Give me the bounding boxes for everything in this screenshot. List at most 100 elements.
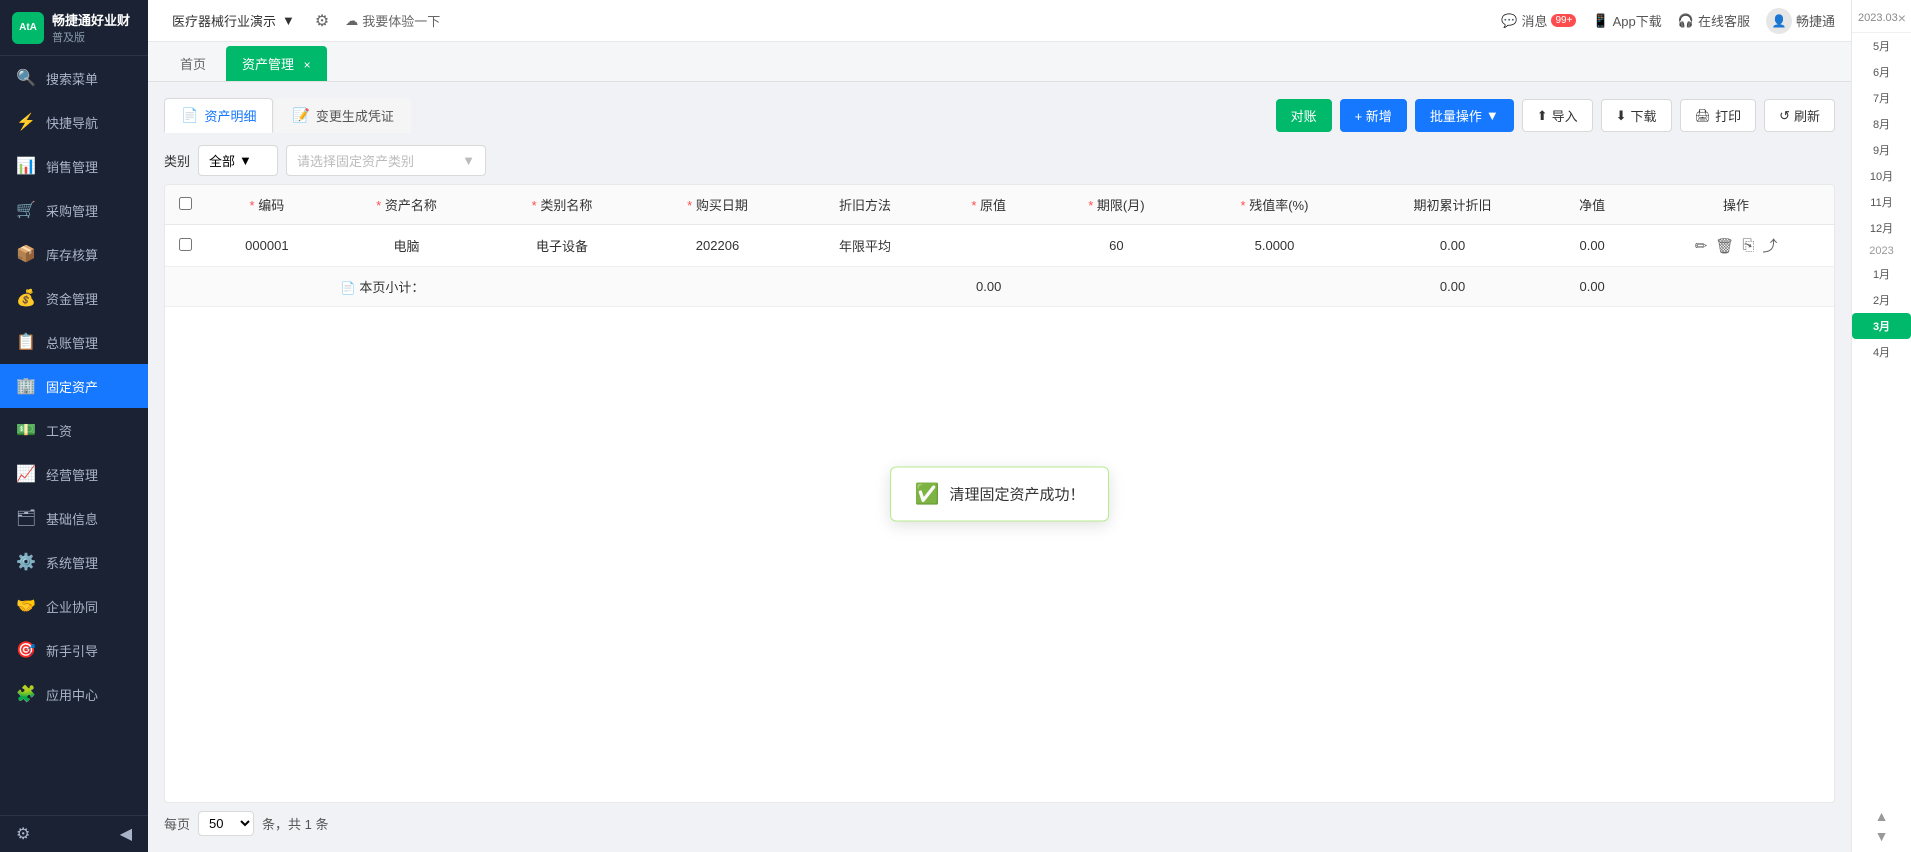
calendar-month-9[interactable]: 9月 [1852, 137, 1911, 163]
chevron-down-icon: ▼ [282, 13, 295, 28]
calendar-month-12[interactable]: 12月 [1852, 215, 1911, 241]
cell-name: 电脑 [329, 225, 485, 267]
sidebar-item-payroll[interactable]: 💵 工资 [0, 408, 148, 452]
calendar-month-11[interactable]: 11月 [1852, 189, 1911, 215]
col-net-value: 净值 [1546, 185, 1638, 225]
calendar-month-10[interactable]: 10月 [1852, 163, 1911, 189]
cell-period: 60 [1043, 225, 1191, 267]
calendar-year-label: 2023 [1869, 241, 1893, 261]
header-settings-icon[interactable]: ⚙ [315, 11, 329, 31]
tab-asset-mgmt[interactable]: 资产管理 × [226, 46, 327, 81]
top-header: 医疗器械行业演示 ▼ ⚙ ☁ 我要体验一下 💬 消息 99+ 📱 App下载 🎧… [148, 0, 1851, 42]
select-chevron-icon: ▼ [239, 153, 252, 168]
app-download-button[interactable]: 📱 App下载 [1592, 11, 1661, 30]
download-button[interactable]: ⬇ 下载 [1601, 99, 1672, 132]
inventory-icon: 📦 [16, 244, 36, 264]
dl-icon: ⬇ [1616, 108, 1627, 124]
cell-category: 电子设备 [484, 225, 640, 267]
table-container: * 编码 * 资产名称 * 类别名称 * 购买日期 折旧方法 * 原值 * 期限… [164, 184, 1835, 803]
toast-overlay: ✅ 清理固定资产成功！ [890, 466, 1110, 521]
batch-button[interactable]: 批量操作 ▼ [1415, 99, 1514, 132]
tab-home[interactable]: 首页 [164, 46, 222, 81]
calendar-month-6[interactable]: 6月 [1852, 59, 1911, 85]
sub-tab-asset-detail[interactable]: 📄 资产明细 [164, 98, 273, 133]
message-button[interactable]: 💬 消息 99+ [1501, 11, 1576, 30]
sidebar-item-ledger[interactable]: 📋 总账管理 [0, 320, 148, 364]
cell-code: 000001 [205, 225, 329, 267]
cloud-icon: ☁ [345, 13, 358, 29]
calendar-month-3-current[interactable]: 3月 [1852, 313, 1911, 339]
copy-icon[interactable]: ⎘ [1742, 237, 1754, 254]
calendar-down-icon[interactable]: ▼ [1875, 828, 1889, 844]
sidebar-item-app-center[interactable]: 🧩 应用中心 [0, 672, 148, 716]
import-button[interactable]: ⬆ 导入 [1522, 99, 1593, 132]
right-calendar-panel: 2023.03 × ⤢ 5月 6月 7月 8月 9月 10月 11月 12月 2… [1851, 0, 1911, 852]
online-service-button[interactable]: 🎧 在线客服 [1678, 11, 1750, 30]
sidebar-item-system[interactable]: ⚙️ 系统管理 [0, 540, 148, 584]
print-icon: 🖨 [1695, 108, 1712, 124]
refresh-button[interactable]: ↺ 刷新 [1764, 99, 1835, 132]
col-residual-rate: * 残值率(%) [1190, 185, 1359, 225]
calendar-up-icon[interactable]: ▲ [1875, 808, 1889, 824]
sidebar-item-cooperation[interactable]: 🤝 企业协同 [0, 584, 148, 628]
batch-chevron-icon: ▼ [1486, 108, 1499, 123]
calendar-months: 5月 6月 7月 8月 9月 10月 11月 12月 2023 1月 2月 3月… [1852, 33, 1911, 800]
sidebar-item-inventory[interactable]: 📦 库存核算 [0, 232, 148, 276]
company-selector[interactable]: 医疗器械行业演示 ▼ [164, 7, 303, 34]
row-checkbox[interactable] [179, 238, 192, 251]
sidebar-item-sales[interactable]: 📊 销售管理 [0, 144, 148, 188]
sidebar-item-basic-info[interactable]: 🗂 基础信息 [0, 496, 148, 540]
category-select-default[interactable]: 全部 ▼ [198, 145, 278, 176]
col-code: * 编码 [205, 185, 329, 225]
sidebar-item-fixed-assets[interactable]: 🏢 固定资产 [0, 364, 148, 408]
calendar-month-2[interactable]: 2月 [1852, 287, 1911, 313]
sidebar-logo: AtA 畅捷通好业财 普及版 [0, 0, 148, 56]
sub-tab-change-voucher[interactable]: 📝 变更生成凭证 [275, 98, 410, 133]
success-icon: ✅ [915, 481, 940, 506]
experience-button[interactable]: ☁ 我要体验一下 [345, 11, 440, 30]
sidebar-item-operations[interactable]: 📈 经营管理 [0, 452, 148, 496]
category-label: 类别 [164, 151, 190, 170]
refresh-icon: ↺ [1779, 108, 1790, 124]
print-button[interactable]: 🖨 打印 [1680, 99, 1757, 132]
calendar-month-8[interactable]: 8月 [1852, 111, 1911, 137]
col-original-value: * 原值 [935, 185, 1043, 225]
sidebar-item-finance[interactable]: 💰 资金管理 [0, 276, 148, 320]
category-input[interactable]: 请选择固定资产类别 ▼ [286, 145, 486, 176]
quick-nav-icon: ⚡ [16, 112, 36, 132]
calendar-month-1[interactable]: 1月 [1852, 261, 1911, 287]
user-info[interactable]: 👤 畅捷通 [1766, 8, 1835, 34]
per-page-select[interactable]: 50 10 20 100 [198, 811, 254, 836]
reconcile-button[interactable]: 对账 [1276, 99, 1332, 132]
filter-bar: 类别 全部 ▼ 请选择固定资产类别 ▼ [164, 145, 1835, 176]
delete-icon[interactable]: 🗑 [1715, 237, 1734, 255]
settings-icon[interactable]: ⚙ [16, 824, 30, 844]
col-depreciation: 折旧方法 [795, 185, 935, 225]
more-icon[interactable]: ⤴ [1762, 235, 1777, 256]
col-action: 操作 [1638, 185, 1834, 225]
finance-icon: 💰 [16, 288, 36, 308]
new-button[interactable]: + 新增 [1340, 99, 1407, 132]
asset-detail-icon: 📄 [181, 107, 198, 124]
action-icons: ✏ 🗑 ⎘ ⤴ [1650, 235, 1822, 256]
calendar-month-4[interactable]: 4月 [1852, 339, 1911, 365]
payroll-icon: 💵 [16, 420, 36, 440]
sidebar-item-quick-nav[interactable]: ⚡ 快捷导航 [0, 100, 148, 144]
sidebar-item-guide[interactable]: 🎯 新手引导 [0, 628, 148, 672]
cooperation-icon: 🤝 [16, 596, 36, 616]
edit-icon[interactable]: ✏ [1695, 237, 1708, 255]
sidebar-item-label: 搜索菜单 [46, 69, 98, 88]
cell-net-value: 0.00 [1546, 225, 1638, 267]
subtotal-row: 📄 本页小计： 0.00 0.00 0.00 [165, 267, 1834, 307]
calendar-close-icon[interactable]: × [1898, 10, 1906, 26]
collapse-icon[interactable]: ◀ [120, 824, 132, 844]
purchase-icon: 🛒 [16, 200, 36, 220]
calendar-month-7[interactable]: 7月 [1852, 85, 1911, 111]
logo-icon: AtA [12, 12, 44, 44]
sidebar-item-purchase[interactable]: 🛒 采购管理 [0, 188, 148, 232]
content-body: 📄 资产明细 📝 变更生成凭证 对账 + 新增 批量操作 [164, 98, 1835, 836]
sidebar-item-search[interactable]: 🔍 搜索菜单 [0, 56, 148, 100]
select-all-checkbox[interactable] [179, 197, 192, 210]
tab-close-icon[interactable]: × [304, 58, 311, 72]
calendar-month-5[interactable]: 5月 [1852, 33, 1911, 59]
